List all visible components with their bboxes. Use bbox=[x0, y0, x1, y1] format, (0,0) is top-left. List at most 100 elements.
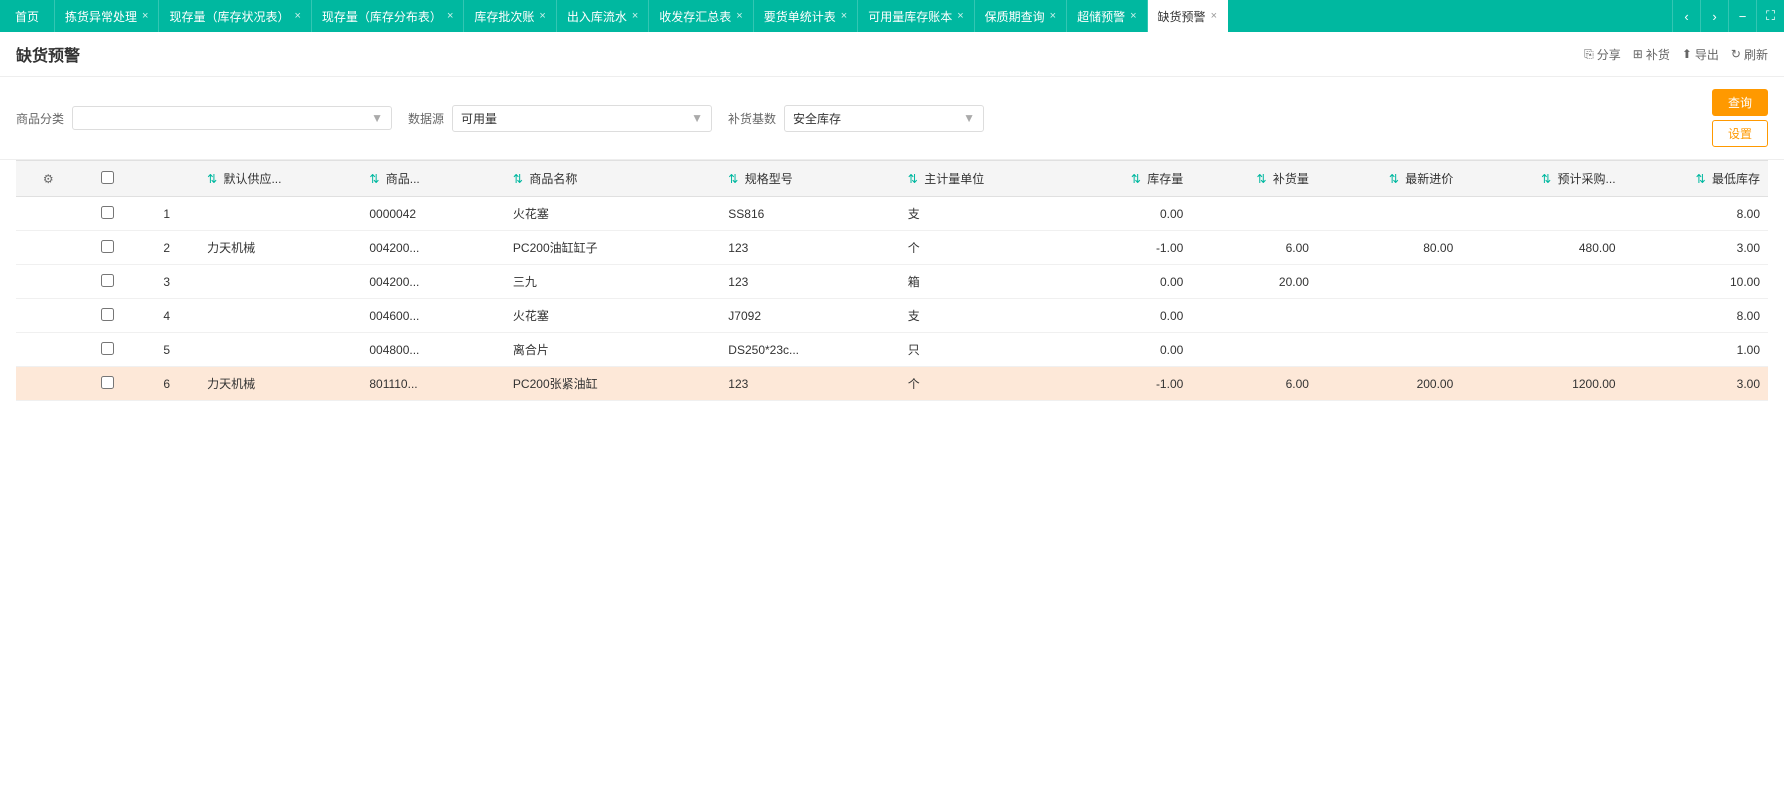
row-code-5: 801110... bbox=[361, 367, 505, 401]
row-code-1: 004200... bbox=[361, 231, 505, 265]
close-tab-10[interactable]: × bbox=[1130, 10, 1136, 22]
tab-2[interactable]: 现存量（库存状况表） × bbox=[159, 0, 311, 32]
row-purchase-0 bbox=[1461, 197, 1623, 231]
share-icon: ⎘ bbox=[1584, 47, 1594, 62]
row-check-2[interactable] bbox=[81, 265, 135, 299]
nav-next-btn[interactable]: › bbox=[1700, 0, 1728, 32]
close-tab-1[interactable]: × bbox=[142, 10, 148, 22]
tab-1[interactable]: 拣货异常处理 × bbox=[55, 0, 159, 32]
close-tab-7[interactable]: × bbox=[841, 10, 847, 22]
col-header-name[interactable]: ⇅ 商品名称 bbox=[505, 161, 720, 197]
tab-3[interactable]: 现存量（库存分布表） × bbox=[312, 0, 464, 32]
row-checkbox-0[interactable] bbox=[101, 206, 114, 219]
row-check-3[interactable] bbox=[81, 299, 135, 333]
row-checkbox-5[interactable] bbox=[101, 376, 114, 389]
settings-gear-icon[interactable]: ⚙ bbox=[38, 169, 58, 189]
sort-supplier-icon: ⇅ bbox=[207, 172, 217, 186]
row-minstock-5: 3.00 bbox=[1624, 367, 1768, 401]
row-replenish-0 bbox=[1191, 197, 1317, 231]
row-stock-3: 0.00 bbox=[1066, 299, 1192, 333]
row-checkbox-1[interactable] bbox=[101, 240, 114, 253]
col-header-spec[interactable]: ⇅ 规格型号 bbox=[720, 161, 899, 197]
row-unit-5: 个 bbox=[900, 367, 1066, 401]
query-button[interactable]: 查询 bbox=[1712, 89, 1768, 116]
row-name-0: 火花塞 bbox=[505, 197, 720, 231]
datasource-dropdown-icon: ▼ bbox=[691, 111, 703, 125]
col-header-code[interactable]: ⇅ 商品... bbox=[361, 161, 505, 197]
close-tab-8[interactable]: × bbox=[957, 10, 963, 22]
tab-11[interactable]: 缺货预警 × bbox=[1148, 0, 1228, 32]
row-code-4: 004800... bbox=[361, 333, 505, 367]
row-unit-2: 箱 bbox=[900, 265, 1066, 299]
refresh-button[interactable]: ↻ 刷新 bbox=[1731, 46, 1768, 63]
replenish-base-select[interactable]: 安全库存 ▼ bbox=[784, 105, 984, 132]
col-header-unit[interactable]: ⇅ 主计量单位 bbox=[900, 161, 1066, 197]
category-dropdown-icon: ▼ bbox=[371, 111, 383, 125]
col-header-supplier[interactable]: ⇅ 默认供应... bbox=[199, 161, 361, 197]
close-tab-2[interactable]: × bbox=[294, 10, 300, 22]
row-checkbox-4[interactable] bbox=[101, 342, 114, 355]
close-tab-6[interactable]: × bbox=[736, 10, 742, 22]
row-code-0: 0000042 bbox=[361, 197, 505, 231]
close-tab-5[interactable]: × bbox=[632, 10, 638, 22]
row-name-5: PC200张紧油缸 bbox=[505, 367, 720, 401]
tab-home[interactable]: 首页 bbox=[0, 0, 55, 32]
row-price-4 bbox=[1317, 333, 1461, 367]
table-row: 1 0000042 火花塞 SS816 支 0.00 8.00 bbox=[16, 197, 1768, 231]
row-spec-1: 123 bbox=[720, 231, 899, 265]
row-name-4: 离合片 bbox=[505, 333, 720, 367]
close-tab-11[interactable]: × bbox=[1211, 10, 1217, 22]
row-checkbox-3[interactable] bbox=[101, 308, 114, 321]
tab-7[interactable]: 要货单统计表 × bbox=[754, 0, 858, 32]
settings-button[interactable]: 设置 bbox=[1712, 120, 1768, 147]
table-row: 5 004800... 离合片 DS250*23c... 只 0.00 1.00 bbox=[16, 333, 1768, 367]
col-header-check[interactable] bbox=[81, 161, 135, 197]
export-button[interactable]: ⬆ 导出 bbox=[1682, 46, 1719, 63]
datasource-label: 数据源 bbox=[408, 110, 444, 127]
nav-minimize-btn[interactable]: − bbox=[1728, 0, 1756, 32]
tab-9[interactable]: 保质期查询 × bbox=[975, 0, 1067, 32]
table-row: 6 力天机械 801110... PC200张紧油缸 123 个 -1.00 6… bbox=[16, 367, 1768, 401]
sort-minstock-icon: ⇅ bbox=[1696, 172, 1706, 186]
tab-6[interactable]: 收发存汇总表 × bbox=[649, 0, 753, 32]
nav-prev-btn[interactable]: ‹ bbox=[1672, 0, 1700, 32]
row-name-2: 三九 bbox=[505, 265, 720, 299]
replenish-base-label: 补货基数 bbox=[728, 110, 776, 127]
row-stock-0: 0.00 bbox=[1066, 197, 1192, 231]
row-supplier-5: 力天机械 bbox=[199, 367, 361, 401]
row-checkbox-2[interactable] bbox=[101, 274, 114, 287]
nav-maximize-btn[interactable]: ⛶ bbox=[1756, 0, 1784, 32]
close-tab-9[interactable]: × bbox=[1050, 10, 1056, 22]
page-header: 缺货预警 ⎘ 分享 ⊞ 补货 ⬆ 导出 ↻ 刷新 bbox=[0, 32, 1784, 77]
row-check-5[interactable] bbox=[81, 367, 135, 401]
select-all-checkbox[interactable] bbox=[101, 171, 114, 184]
close-tab-4[interactable]: × bbox=[539, 10, 545, 22]
tab-5[interactable]: 出入库流水 × bbox=[557, 0, 649, 32]
col-header-settings[interactable]: ⚙ bbox=[16, 161, 81, 197]
row-supplier-0 bbox=[199, 197, 361, 231]
row-purchase-1: 480.00 bbox=[1461, 231, 1623, 265]
category-select[interactable]: ▼ bbox=[72, 106, 392, 130]
col-header-stock[interactable]: ⇅ 库存量 bbox=[1066, 161, 1192, 197]
close-tab-3[interactable]: × bbox=[447, 10, 453, 22]
row-check-0[interactable] bbox=[81, 197, 135, 231]
row-minstock-2: 10.00 bbox=[1624, 265, 1768, 299]
replenish-button[interactable]: ⊞ 补货 bbox=[1633, 46, 1670, 63]
row-check-4[interactable] bbox=[81, 333, 135, 367]
col-header-purchase[interactable]: ⇅ 预计采购... bbox=[1461, 161, 1623, 197]
datasource-select[interactable]: 可用量 ▼ bbox=[452, 105, 712, 132]
tab-4[interactable]: 库存批次账 × bbox=[464, 0, 556, 32]
row-unit-0: 支 bbox=[900, 197, 1066, 231]
row-supplier-3 bbox=[199, 299, 361, 333]
col-header-minstock[interactable]: ⇅ 最低库存 bbox=[1624, 161, 1768, 197]
share-button[interactable]: ⎘ 分享 bbox=[1584, 46, 1621, 63]
tab-8[interactable]: 可用量库存账本 × bbox=[858, 0, 974, 32]
col-header-price[interactable]: ⇅ 最新进价 bbox=[1317, 161, 1461, 197]
top-nav: 首页 拣货异常处理 × 现存量（库存状况表） × 现存量（库存分布表） × 库存… bbox=[0, 0, 1784, 32]
tab-10[interactable]: 超储预警 × bbox=[1067, 0, 1147, 32]
row-replenish-5: 6.00 bbox=[1191, 367, 1317, 401]
sort-price-icon: ⇅ bbox=[1389, 172, 1399, 186]
col-header-replenish[interactable]: ⇅ 补货量 bbox=[1191, 161, 1317, 197]
row-check-1[interactable] bbox=[81, 231, 135, 265]
replenish-base-filter-group: 补货基数 安全库存 ▼ bbox=[728, 105, 984, 132]
